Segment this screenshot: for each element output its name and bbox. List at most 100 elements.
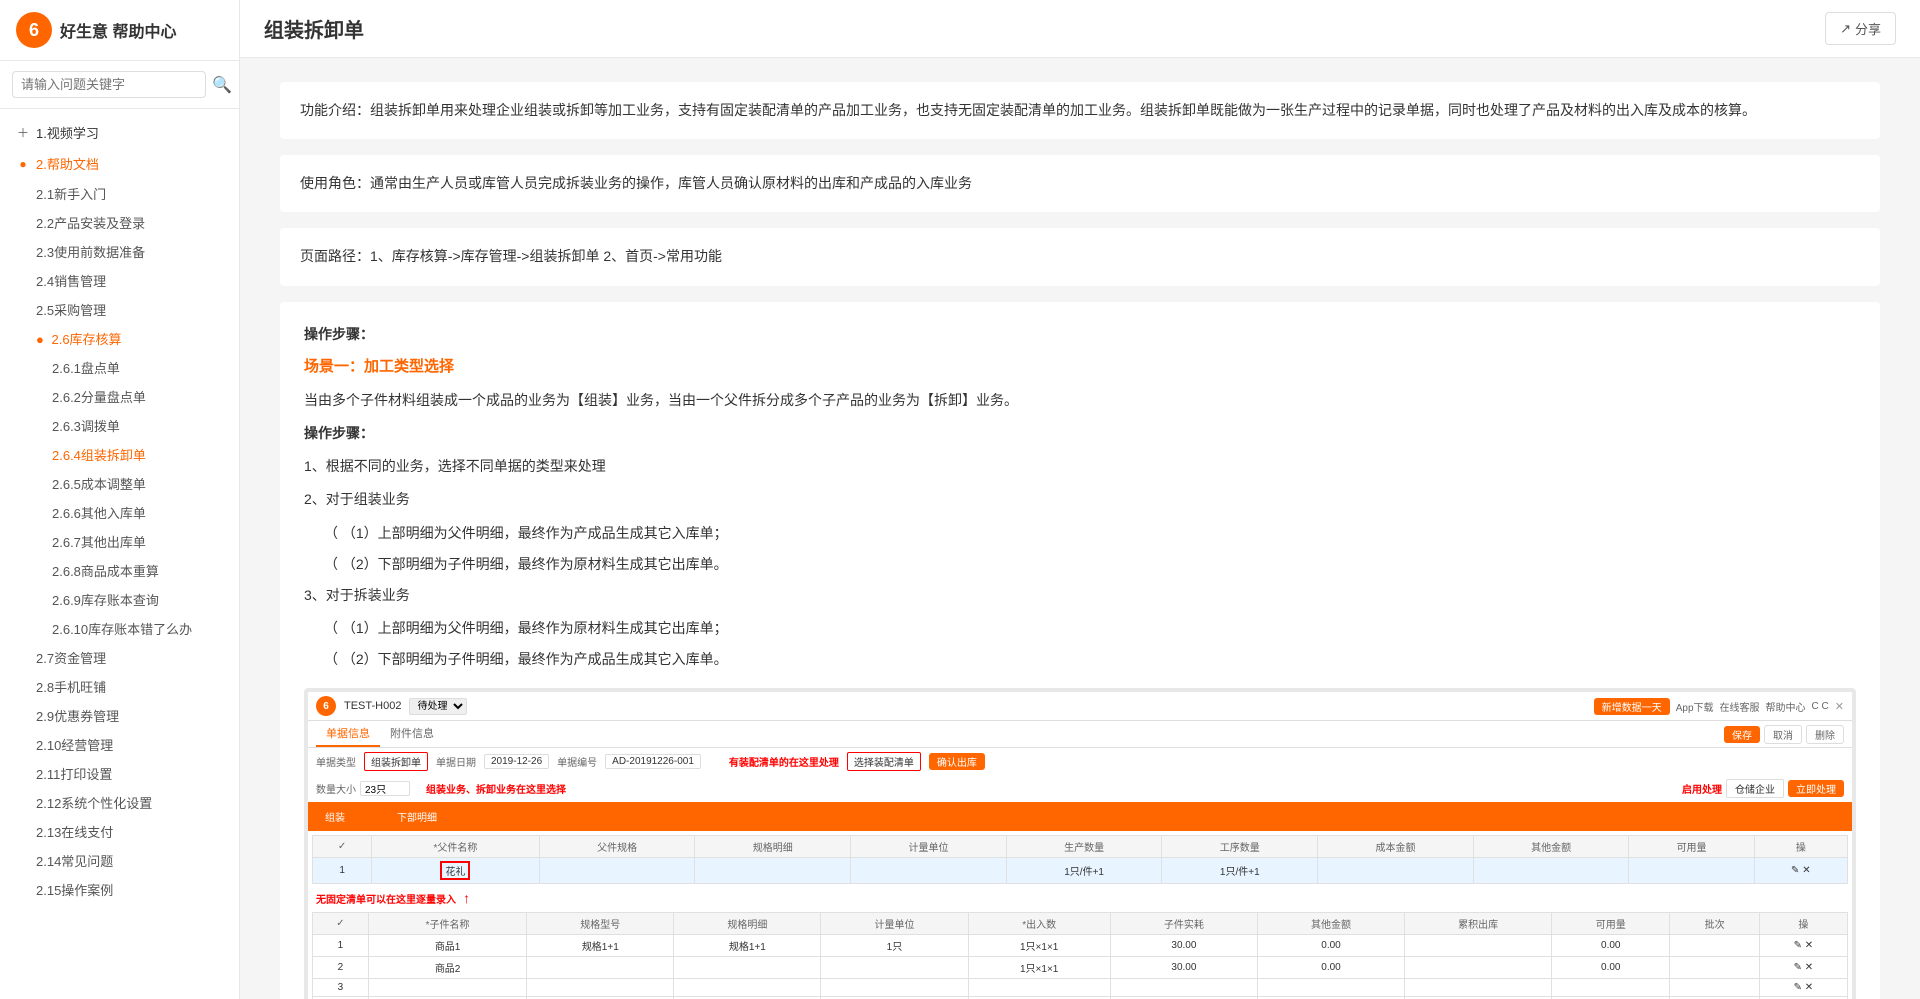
sidebar-item-query[interactable]: 2.6.9库存账本查询 — [0, 585, 239, 614]
app-name: 好生意 帮助中心 — [60, 18, 176, 42]
mock-save-btn[interactable]: 保存 — [1724, 726, 1760, 743]
mock-new-btn[interactable]: 新增数据一天 — [1594, 698, 1670, 715]
screenshot-container: 6 TEST-H002 待处理 新增数据一天 App下载 在线客服 帮助中心 C… — [304, 688, 1856, 999]
sidebar-item-assembly[interactable]: 2.6.4组装拆卸单 — [0, 440, 239, 469]
sidebar-item-stocktake[interactable]: 2.6.1盘点单 — [0, 353, 239, 382]
step2-sub: （1）上部明细为父件明细，最终作为产成品生成其它入库单； （2）下部明细为子件明… — [304, 521, 1856, 577]
sidebar-item-faq[interactable]: 2.14常见问题 — [0, 846, 239, 875]
mock-left-row: 数量大小 组装业务、拆卸业务在这里选择 — [316, 781, 566, 796]
sidebar-item-custom[interactable]: 2.12系统个性化设置 — [0, 788, 239, 817]
mock-activate-field[interactable]: 仓储企业 — [1726, 779, 1784, 798]
sidebar-item-stocktake2[interactable]: 2.6.2分量盘点单 — [0, 382, 239, 411]
mock-seg-assemble[interactable]: 组装 — [317, 807, 354, 826]
mock-segment-row: 组装 拆卸 下部明细 — [308, 802, 1852, 831]
mock-lower-thead: ✓ *子件名称 规格型号 规格明细 计量单位 *出入数 子件实耗 其他金额 累积… — [313, 913, 1848, 935]
sidebar-item-purchase[interactable]: 2.5采购管理 — [0, 295, 239, 324]
mock-tab-attach[interactable]: 附件信息 — [380, 721, 444, 747]
step2: 2、对于组装业务 — [304, 487, 1856, 512]
table-row: 2 商品2 1只×1×1 30.00 0.00 0.00 — [313, 957, 1848, 979]
mock-second-row: 数量大小 组装业务、拆卸业务在这里选择 启用处理 仓储企业 立即处理 — [308, 775, 1852, 802]
share-button[interactable]: ↗ 分享 — [1825, 12, 1896, 45]
expand-icon: ＋ — [16, 126, 30, 140]
mock-upper-thead: ✓ *父件名称 父件规格 规格明细 计量单位 生产数量 工序数量 成本金额 其他… — [313, 836, 1848, 858]
mock-lower-tbody: 1 商品1 规格1+1 规格1+1 1只 1只×1×1 30.00 0.00 — [313, 935, 1848, 999]
sidebar-item-video[interactable]: ＋ 1.视频学习 — [0, 117, 239, 148]
mock-delete-btn[interactable]: 删除 — [1806, 725, 1844, 744]
mock-qty-input[interactable] — [360, 781, 410, 796]
role-text: 使用角色：通常由生产人员或库管人员完成拆装业务的操作，库管人员确认原材料的出库和… — [300, 171, 1860, 196]
sidebar-item-adjust[interactable]: 2.6.3调拨单 — [0, 411, 239, 440]
sidebar-item-install[interactable]: 2.2产品安装及登录 — [0, 208, 239, 237]
logo-area: 6 好生意 帮助中心 — [0, 0, 239, 61]
table-row: 1 花礼 1只/件+1 1只/件+1 — [313, 858, 1848, 884]
mock-upper-table: ✓ *父件名称 父件规格 规格明细 计量单位 生产数量 工序数量 成本金额 其他… — [312, 835, 1848, 884]
sidebar-item-inbound[interactable]: 2.6.6其他入库单 — [0, 498, 239, 527]
sidebar-item-sales[interactable]: 2.4销售管理 — [0, 266, 239, 295]
sidebar-item-cost[interactable]: 2.6.5成本调整单 — [0, 469, 239, 498]
sidebar-item-finance[interactable]: 2.7资金管理 — [0, 643, 239, 672]
search-area: 🔍 — [0, 61, 239, 109]
mock-type-field[interactable]: 组装拆卸单 — [364, 752, 428, 771]
sidebar-item-coupon[interactable]: 2.9优惠券管理 — [0, 701, 239, 730]
mock-bom-btn[interactable]: 选择装配清单 — [847, 752, 921, 771]
page-title: 组装拆卸单 — [264, 14, 364, 43]
mock-confirm-btn[interactable]: 确认出库 — [929, 753, 985, 770]
search-button[interactable]: 🔍 — [212, 75, 232, 95]
sidebar-item-outbound[interactable]: 2.6.7其他出库单 — [0, 527, 239, 556]
annotation-text1: 有装配清单的在这里处理 — [729, 754, 839, 769]
help-sub-items: 2.1新手入门 2.2产品安装及登录 2.3使用前数据准备 2.4销售管理 2.… — [0, 179, 239, 904]
mock-lower-table: ✓ *子件名称 规格型号 规格明细 计量单位 *出入数 子件实耗 其他金额 累积… — [312, 912, 1848, 999]
sidebar-item-online[interactable]: 2.13在线支付 — [0, 817, 239, 846]
table-row: 3✎ ✕ — [313, 979, 1848, 997]
mock-form-row: 单据类型 组装拆卸单 单据日期 2019-12-26 单据编号 AD-20191… — [308, 748, 1852, 775]
step2-sub2: （2）下部明细为子件明细，最终作为原材料生成其它出库单。 — [324, 552, 1856, 577]
ops-title: 操作步骤： — [304, 322, 1856, 347]
scene1-title: 场景一：加工类型选择 — [304, 355, 1856, 376]
mock-top-btns: 新增数据一天 App下载 在线客服 帮助中心 C C ✕ — [1594, 698, 1844, 715]
mock-titlebar: 6 TEST-H002 待处理 新增数据一天 App下载 在线客服 帮助中心 C… — [308, 692, 1852, 721]
app-logo: 6 — [16, 12, 52, 48]
mock-segment-hint: 下部明细 — [397, 809, 437, 824]
mock-seg-disassemble[interactable]: 拆卸 — [354, 807, 390, 826]
mock-annotation-row: 无固定清单可以在这里逐量录入 ↑ — [308, 888, 1852, 908]
step3: 3、对于拆装业务 — [304, 583, 1856, 608]
mock-lower-table-area: ✓ *子件名称 规格型号 规格明细 计量单位 *出入数 子件实耗 其他金额 累积… — [308, 908, 1852, 999]
step1: 1、根据不同的业务，选择不同单据的类型来处理 — [304, 454, 1856, 479]
table-row: 1 商品1 规格1+1 规格1+1 1只 1只×1×1 30.00 0.00 — [313, 935, 1848, 957]
sidebar-item-mgmt[interactable]: 2.10经营管理 — [0, 730, 239, 759]
mock-doc-no: TEST-H002 — [344, 700, 401, 712]
mock-date-field[interactable]: 2019-12-26 — [484, 754, 549, 769]
main-area: 组装拆卸单 ↗ 分享 功能介绍：组装拆卸单用来处理企业组装或拆卸等加工业务，支持… — [240, 0, 1920, 999]
sidebar-item-cases[interactable]: 2.15操作案例 — [0, 875, 239, 904]
annotation-text4: 无固定清单可以在这里逐量录入 — [316, 895, 456, 906]
step3-sub: （1）上部明细为父件明细，最终作为原材料生成其它出库单； （2）下部明细为子件明… — [304, 616, 1856, 672]
sidebar-item-print[interactable]: 2.11打印设置 — [0, 759, 239, 788]
sidebar-item-help[interactable]: ● 2.帮助文档 — [0, 148, 239, 179]
sidebar-item-mobile[interactable]: 2.8手机旺铺 — [0, 672, 239, 701]
mock-right-row: 启用处理 仓储企业 立即处理 — [1682, 779, 1844, 798]
sidebar-item-recalc[interactable]: 2.6.8商品成本重算 — [0, 556, 239, 585]
sidebar: 6 好生意 帮助中心 🔍 ＋ 1.视频学习 ● 2.帮助文档 2.1新手入门 2… — [0, 0, 240, 999]
operations-block: 操作步骤： 场景一：加工类型选择 当由多个子件材料组装成一个成品的业务为【组装】… — [280, 302, 1880, 999]
screenshot: 6 TEST-H002 待处理 新增数据一天 App下载 在线客服 帮助中心 C… — [308, 692, 1852, 999]
share-icon: ↗ — [1840, 21, 1851, 37]
mock-tab-info[interactable]: 单据信息 — [316, 721, 380, 747]
mock-action-btns: 保存 取消 删除 — [1724, 721, 1844, 747]
sidebar-item-inventory[interactable]: ● 2.6库存核算 — [0, 324, 239, 353]
mock-apply-btn[interactable]: 立即处理 — [1788, 780, 1844, 797]
role-block: 使用角色：通常由生产人员或库管人员完成拆装业务的操作，库管人员确认原材料的出库和… — [280, 155, 1880, 212]
intro-text: 功能介绍：组装拆卸单用来处理企业组装或拆卸等加工业务，支持有固定装配清单的产品加… — [300, 98, 1860, 123]
nav-tree: ＋ 1.视频学习 ● 2.帮助文档 2.1新手入门 2.2产品安装及登录 2.3… — [0, 109, 239, 999]
mock-cancel-btn[interactable]: 取消 — [1764, 725, 1802, 744]
sidebar-item-newbie[interactable]: 2.1新手入门 — [0, 179, 239, 208]
mock-lower-header-row: ✓ *子件名称 规格型号 规格明细 计量单位 *出入数 子件实耗 其他金额 累积… — [313, 913, 1848, 935]
mock-status-select[interactable]: 待处理 — [409, 698, 467, 715]
sidebar-item-error[interactable]: 2.6.10库存账本错了么办 — [0, 614, 239, 643]
step3-sub2: （2）下部明细为子件明细，最终作为产成品生成其它入库单。 — [324, 647, 1856, 672]
step2-sub1: （1）上部明细为父件明细，最终作为产成品生成其它入库单； — [324, 521, 1856, 546]
sidebar-item-data[interactable]: 2.3使用前数据准备 — [0, 237, 239, 266]
search-input[interactable] — [12, 71, 206, 98]
step3-sub1: （1）上部明细为父件明细，最终作为原材料生成其它出库单； — [324, 616, 1856, 641]
mock-no-field[interactable]: AD-20191226-001 — [605, 754, 701, 769]
mock-upper-header-row: ✓ *父件名称 父件规格 规格明细 计量单位 生产数量 工序数量 成本金额 其他… — [313, 836, 1848, 858]
